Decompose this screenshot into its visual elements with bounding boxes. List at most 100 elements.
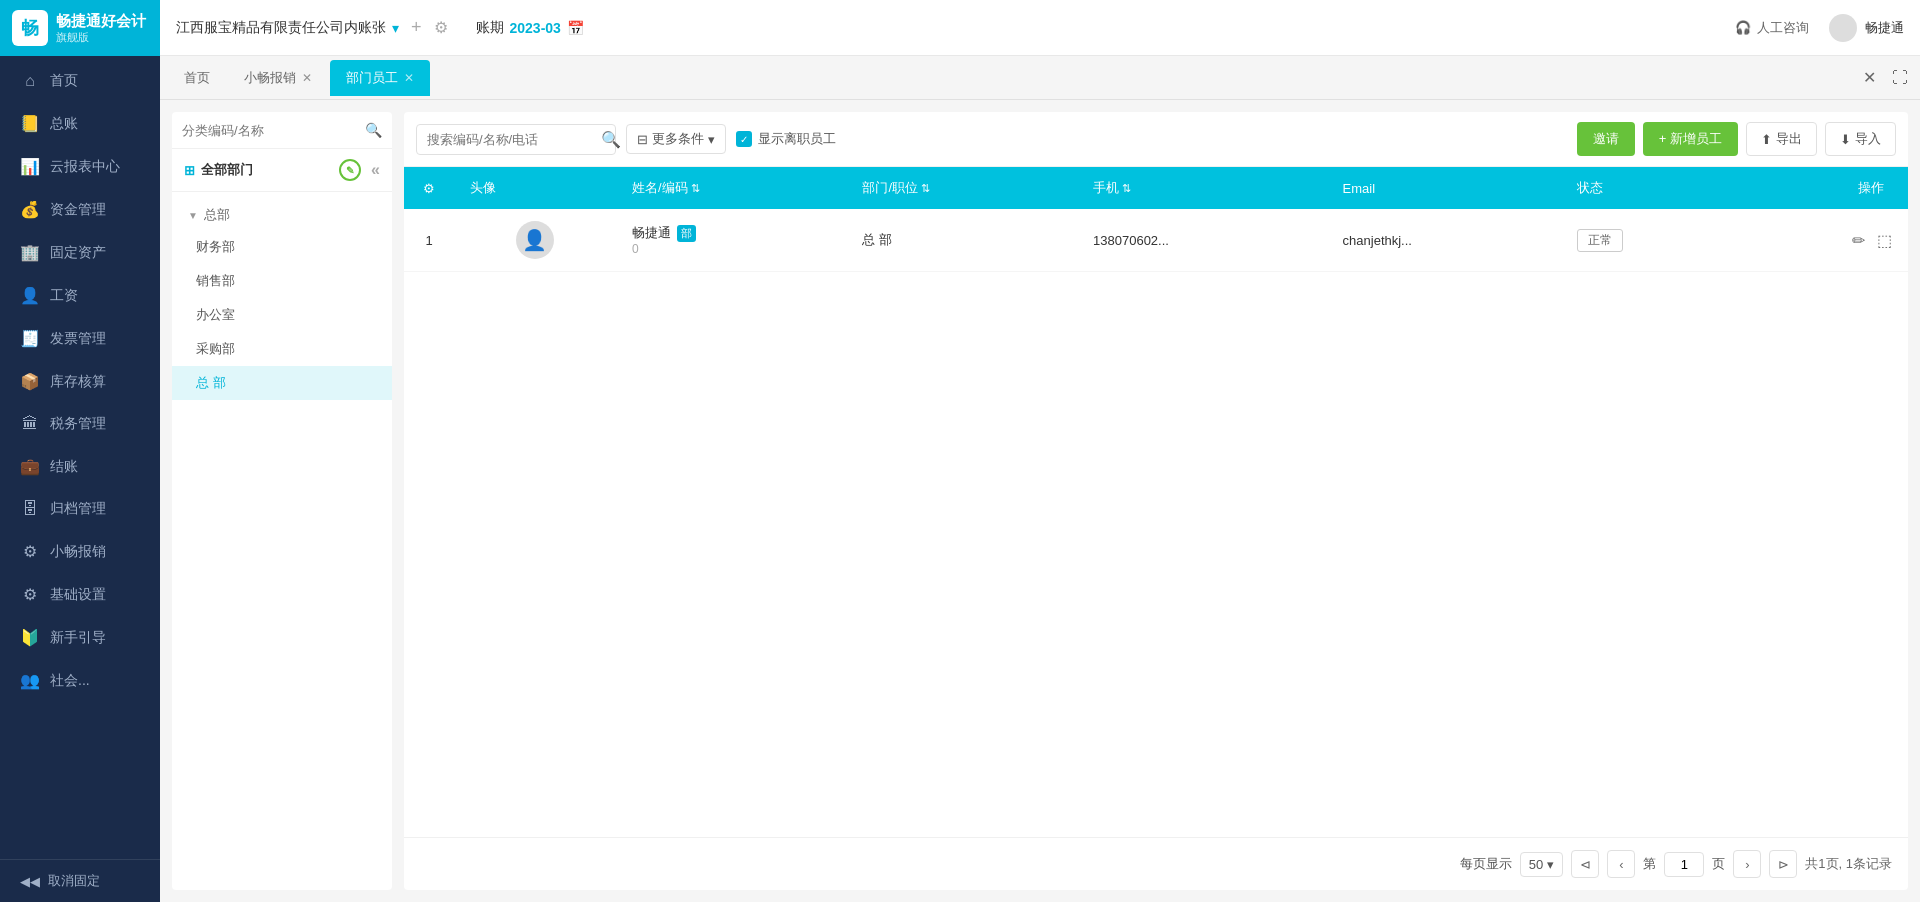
col-name[interactable]: 姓名/编码 <box>616 167 847 209</box>
dept-search-icon[interactable]: 🔍 <box>365 122 382 138</box>
main-area: 江西服宝精品有限责任公司内账张 ▾ + ⚙ 账期 2023-03 📅 🎧 人工咨… <box>160 0 1920 902</box>
expand-tab-button[interactable]: ⛶ <box>1888 64 1912 91</box>
sidebar-item-assets[interactable]: 🏢 固定资产 <box>0 231 160 274</box>
pagination: 每页显示 50 ▾ ⊲ ‹ 第 页 › ⊳ 共1页, 1条记录 <box>404 837 1908 890</box>
sidebar-item-social[interactable]: 👥 社会... <box>0 659 160 702</box>
dept-item-office[interactable]: 办公室 <box>172 298 392 332</box>
import-button[interactable]: ⬇ 导入 <box>1825 122 1896 156</box>
more-filter-button[interactable]: ⊟ 更多条件 ▾ <box>626 124 726 154</box>
sidebar-item-tax[interactable]: 🏛 税务管理 <box>0 403 160 445</box>
sidebar-item-invoice[interactable]: 🧾 发票管理 <box>0 317 160 360</box>
page-total: 共1页, 1条记录 <box>1805 855 1892 873</box>
dept-item-purchase[interactable]: 采购部 <box>172 332 392 366</box>
import-icon: ⬇ <box>1840 132 1851 147</box>
inventory-icon: 📦 <box>20 372 40 391</box>
export-button[interactable]: ⬆ 导出 <box>1746 122 1817 156</box>
prev-page-button[interactable]: ‹ <box>1607 850 1635 878</box>
tabbar: 首页 小畅报销 ✕ 部门员工 ✕ ✕ ⛶ <box>160 56 1920 100</box>
page-number-input[interactable] <box>1664 852 1704 877</box>
employee-panel: 🔍 ⊟ 更多条件 ▾ ✓ 显示离职员工 邀请 + 新增员工 <box>404 112 1908 890</box>
sidebar-nav: ⌂ 首页 📒 总账 📊 云报表中心 💰 资金管理 🏢 固定资产 👤 工资 🧾 发… <box>0 56 160 859</box>
show-resigned-checkbox[interactable]: ✓ <box>736 131 752 147</box>
logout-button[interactable]: ⬚ <box>1877 231 1892 250</box>
first-page-button[interactable]: ⊲ <box>1571 850 1599 878</box>
sidebar-unpin-button[interactable]: ◀◀ 取消固定 <box>0 859 160 902</box>
sidebar: 畅 畅捷通好会计 旗舰版 ⌂ 首页 📒 总账 📊 云报表中心 💰 资金管理 🏢 … <box>0 0 160 902</box>
row-phone: 138070602... <box>1077 209 1327 272</box>
show-resigned-label[interactable]: ✓ 显示离职员工 <box>736 130 836 148</box>
capital-icon: 💰 <box>20 200 40 219</box>
row-avatar: 👤 <box>454 209 616 272</box>
user-menu[interactable]: 畅捷通 <box>1829 14 1904 42</box>
col-settings[interactable]: ⚙ <box>404 167 454 209</box>
dept-search-input[interactable] <box>182 123 359 138</box>
headset-icon: 🎧 <box>1735 20 1751 35</box>
edit-badge[interactable]: ✎ <box>339 159 361 181</box>
settings-gear-button[interactable]: ⚙ <box>434 18 448 37</box>
sidebar-item-reports[interactable]: 📊 云报表中心 <box>0 145 160 188</box>
dept-group-general[interactable]: ▼ 总部 <box>172 200 392 230</box>
sidebar-item-ledger[interactable]: 📒 总账 <box>0 102 160 145</box>
toolbar-actions: 邀请 + 新增员工 ⬆ 导出 ⬇ 导入 <box>1577 122 1896 156</box>
sidebar-item-settings[interactable]: ⚙ 基础设置 <box>0 573 160 616</box>
next-page-button[interactable]: › <box>1733 850 1761 878</box>
edit-button[interactable]: ✏ <box>1852 231 1865 250</box>
tab-expense-close[interactable]: ✕ <box>302 71 312 85</box>
company-dropdown-icon: ▾ <box>392 20 399 36</box>
tab-home[interactable]: 首页 <box>168 60 226 96</box>
col-phone[interactable]: 手机 <box>1077 167 1327 209</box>
sidebar-item-home[interactable]: ⌂ 首页 <box>0 60 160 102</box>
collapse-icon[interactable]: « <box>371 161 380 179</box>
support-button[interactable]: 🎧 人工咨询 <box>1735 19 1809 37</box>
tab-employees-close[interactable]: ✕ <box>404 71 414 85</box>
sidebar-item-inventory[interactable]: 📦 库存核算 <box>0 360 160 403</box>
row-name: 畅捷通 部 0 <box>616 209 847 272</box>
company-name[interactable]: 江西服宝精品有限责任公司内账张 ▾ <box>176 19 399 37</box>
tax-icon: 🏛 <box>20 415 40 433</box>
tab-employees[interactable]: 部门员工 ✕ <box>330 60 430 96</box>
emp-search-input[interactable] <box>427 132 595 147</box>
dept-item-general[interactable]: 总 部 <box>172 366 392 400</box>
tab-expense[interactable]: 小畅报销 ✕ <box>228 60 328 96</box>
reports-icon: 📊 <box>20 157 40 176</box>
close-tab-button[interactable]: ✕ <box>1859 64 1880 91</box>
sidebar-item-payroll[interactable]: 👤 工资 <box>0 274 160 317</box>
add-company-button[interactable]: + <box>411 17 422 38</box>
invite-button[interactable]: 邀请 <box>1577 122 1635 156</box>
name-badge-container: 畅捷通 部 <box>632 224 831 242</box>
col-email: Email <box>1327 167 1561 209</box>
last-page-button[interactable]: ⊳ <box>1769 850 1797 878</box>
archive-icon: 🗄 <box>20 500 40 518</box>
invoice-icon: 🧾 <box>20 329 40 348</box>
period-selector[interactable]: 账期 2023-03 📅 <box>476 19 584 37</box>
department-panel: 🔍 ⊞ 全部部门 ✎ « ▼ 总部 财务部 销售部 办公室 采购部 总 部 <box>172 112 392 890</box>
page-size-select[interactable]: 50 ▾ <box>1520 852 1563 877</box>
dept-item-sales[interactable]: 销售部 <box>172 264 392 298</box>
content-area: 🔍 ⊞ 全部部门 ✎ « ▼ 总部 财务部 销售部 办公室 采购部 总 部 <box>160 100 1920 902</box>
row-actions: ✏ ⬚ <box>1741 209 1908 272</box>
row-code: 0 <box>632 242 831 256</box>
settings-icon: ⚙ <box>20 585 40 604</box>
add-employee-button[interactable]: + 新增员工 <box>1643 122 1738 156</box>
export-icon: ⬆ <box>1761 132 1772 147</box>
checkout-icon: 💼 <box>20 457 40 476</box>
sidebar-item-guide[interactable]: 🔰 新手引导 <box>0 616 160 659</box>
sidebar-item-checkout[interactable]: 💼 结账 <box>0 445 160 488</box>
action-buttons: ✏ ⬚ <box>1757 231 1892 250</box>
employee-table: ⚙ 头像 姓名/编码 部门/职位 手机 Email 状态 操作 1 <box>404 167 1908 837</box>
col-dept[interactable]: 部门/职位 <box>846 167 1077 209</box>
sidebar-item-capital[interactable]: 💰 资金管理 <box>0 188 160 231</box>
emp-toolbar: 🔍 ⊟ 更多条件 ▾ ✓ 显示离职员工 邀请 + 新增员工 <box>404 112 1908 167</box>
filter-dropdown-icon: ▾ <box>708 132 715 147</box>
sidebar-item-expense[interactable]: ⚙ 小畅报销 <box>0 530 160 573</box>
table-row: 1 👤 畅捷通 部 0 总 部 <box>404 209 1908 272</box>
emp-search-icon[interactable]: 🔍 <box>601 130 621 149</box>
sidebar-item-archive[interactable]: 🗄 归档管理 <box>0 488 160 530</box>
dept-search-bar: 🔍 <box>172 112 392 149</box>
filter-icon: ⊟ <box>637 132 648 147</box>
all-departments-header[interactable]: ⊞ 全部部门 ✎ « <box>172 149 392 192</box>
dept-item-finance[interactable]: 财务部 <box>172 230 392 264</box>
topbar-right: 🎧 人工咨询 畅捷通 <box>1735 14 1904 42</box>
row-status: 正常 <box>1561 209 1741 272</box>
avatar-image: 👤 <box>516 221 554 259</box>
